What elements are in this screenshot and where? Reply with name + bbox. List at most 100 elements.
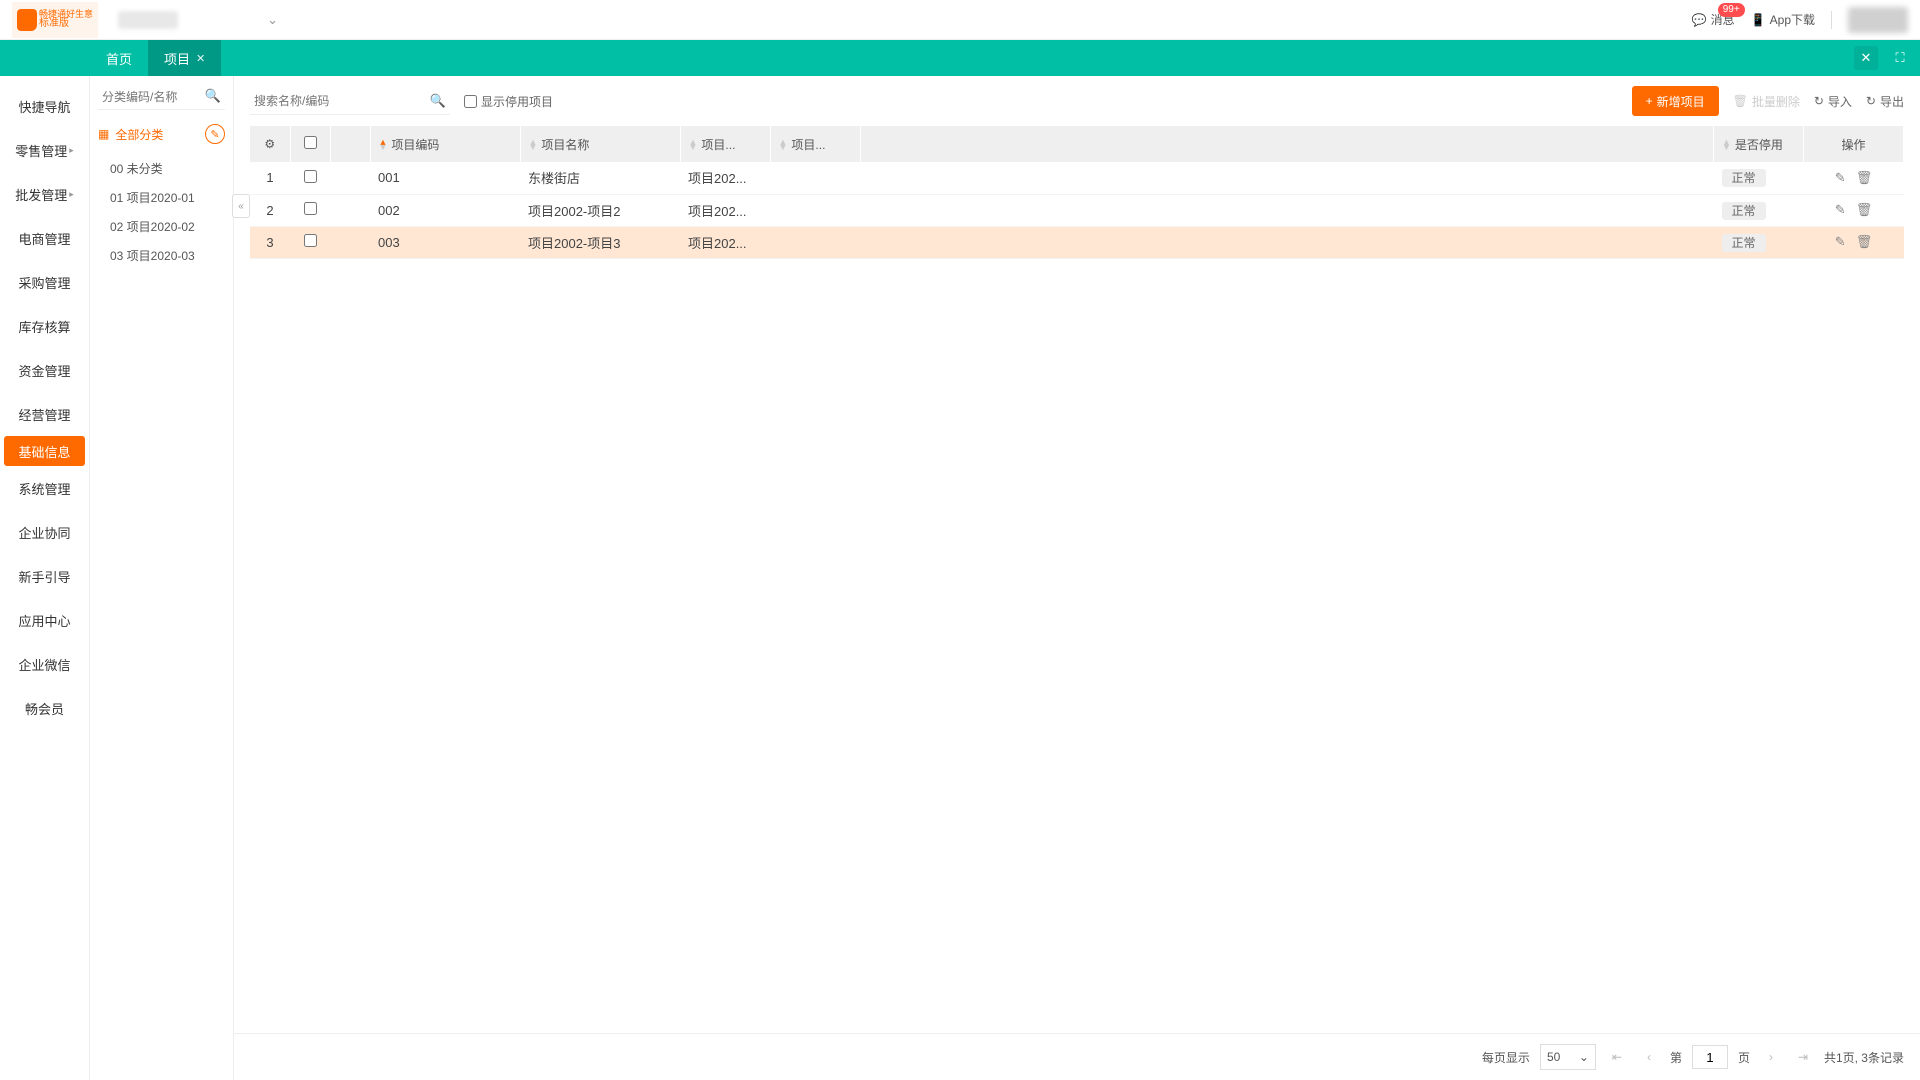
category-all[interactable]: ▦ 全部分类 ✎ (90, 118, 233, 150)
user-avatar-redacted[interactable] (1848, 7, 1908, 33)
sidebar-item-label: 新手引导 (18, 567, 70, 586)
col-code[interactable]: ▲▼项目编码 (370, 126, 520, 162)
brand-logo[interactable]: 畅捷通好生意 标准版 (12, 2, 98, 38)
first-page-icon[interactable]: ⇤ (1606, 1046, 1628, 1068)
edit-icon[interactable]: ✎ (1835, 202, 1846, 218)
category-item[interactable]: 01 项目2020-01 (90, 183, 233, 212)
delete-icon[interactable]: 🗑 (1856, 170, 1873, 186)
sidebar-item-label: 零售管理 (15, 141, 67, 160)
cell-c3: 项目202... (680, 162, 770, 194)
per-page-label: 每页显示 (1482, 1049, 1530, 1066)
sidebar-item[interactable]: 基础信息 (4, 436, 85, 466)
export-button[interactable]: ↻ 导出 (1866, 93, 1904, 110)
import-label: 导入 (1828, 93, 1852, 110)
page-input[interactable] (1692, 1045, 1728, 1069)
col-name[interactable]: ▲▼项目名称 (520, 126, 680, 162)
settings-column[interactable]: ⚙ (250, 126, 290, 162)
prev-page-icon[interactable]: ‹ (1638, 1046, 1660, 1068)
next-page-icon[interactable]: › (1760, 1046, 1782, 1068)
fullscreen-icon[interactable]: ⛶ (1888, 46, 1912, 70)
category-item[interactable]: 00 未分类 (90, 154, 233, 183)
tab[interactable]: 项目✕ (148, 40, 221, 76)
category-all-label: 全部分类 (115, 126, 163, 143)
row-checkbox[interactable] (304, 170, 317, 183)
table-row[interactable]: 2002项目2002-项目2项目202...正常✎🗑 (250, 194, 1904, 226)
messages-button[interactable]: 💬 消息 99+ (1692, 11, 1735, 28)
show-disabled-checkbox[interactable]: 显示停用项目 (464, 93, 553, 110)
table-header-row: ⚙ ▲▼项目编码 ▲▼项目名称 ▲▼项目... ▲▼项目... ▲▼是否停用 操… (250, 126, 1904, 162)
main-area: 🔍 ▦ 全部分类 ✎ 00 未分类01 项目2020-0102 项目2020-0… (90, 76, 1920, 1080)
search-icon[interactable]: 🔍 (430, 93, 446, 109)
table-row[interactable]: 1001东楼街店项目202...正常✎🗑 (250, 162, 1904, 194)
category-item[interactable]: 03 项目2020-03 (90, 241, 233, 270)
tab[interactable]: 首页 (90, 40, 148, 76)
trash-icon: 🗑 (1733, 94, 1748, 108)
sidebar-item[interactable]: 库存核算 (0, 304, 89, 348)
sidebar-item[interactable]: 企业微信 (0, 642, 89, 686)
edit-icon[interactable]: ✎ (1835, 170, 1846, 186)
cell-status: 正常 (1714, 226, 1804, 258)
col-c4[interactable]: ▲▼项目... (770, 126, 860, 162)
cell-c3: 项目202... (680, 194, 770, 226)
sidebar-item[interactable]: 资金管理 (0, 348, 89, 392)
select-all-checkbox[interactable] (304, 136, 317, 149)
import-button[interactable]: ↻ 导入 (1814, 93, 1852, 110)
status-badge: 正常 (1722, 169, 1766, 187)
row-checkbox[interactable] (304, 202, 317, 215)
sidebar-item[interactable]: 应用中心 (0, 598, 89, 642)
cell-blank (860, 226, 1714, 258)
add-label: 新增项目 (1657, 93, 1705, 110)
sort-icon: ▲▼ (779, 140, 788, 150)
sidebar-item[interactable]: 采购管理 (0, 260, 89, 304)
show-disabled-input[interactable] (464, 95, 477, 108)
close-icon[interactable]: ✕ (196, 52, 205, 65)
last-page-icon[interactable]: ⇥ (1792, 1046, 1814, 1068)
category-edit-icon[interactable]: ✎ (205, 124, 225, 144)
chevron-down-icon: ⌄ (1579, 1050, 1589, 1064)
col-c3[interactable]: ▲▼项目... (680, 126, 770, 162)
col-disabled[interactable]: ▲▼是否停用 (1714, 126, 1804, 162)
sidebar-item-label: 畅会员 (25, 699, 64, 718)
sidebar-item[interactable]: 批发管理▸ (0, 172, 89, 216)
page-suffix: 页 (1738, 1049, 1750, 1066)
pagination-summary: 共1页, 3条记录 (1824, 1049, 1904, 1066)
pagination: 每页显示 50 ⌄ ⇤ ‹ 第 页 › ⇥ 共1页, 3条记录 (234, 1033, 1920, 1080)
search-input[interactable] (250, 87, 450, 115)
cell-c4 (770, 226, 860, 258)
checkbox-column[interactable] (290, 126, 330, 162)
delete-icon[interactable]: 🗑 (1856, 234, 1873, 250)
cell-name: 项目2002-项目3 (520, 226, 680, 258)
sidebar-item-label: 系统管理 (18, 479, 70, 498)
row-checkbox-cell (290, 162, 330, 194)
per-page-select[interactable]: 50 ⌄ (1540, 1044, 1596, 1070)
row-checkbox[interactable] (304, 234, 317, 247)
projects-table: ⚙ ▲▼项目编码 ▲▼项目名称 ▲▼项目... ▲▼项目... ▲▼是否停用 操… (250, 126, 1904, 259)
header-left: 畅捷通好生意 标准版 ⌄ (12, 2, 288, 38)
collapse-panel-icon[interactable]: « (232, 194, 250, 218)
sidebar-item[interactable]: 畅会员 (0, 686, 89, 730)
delete-icon[interactable]: 🗑 (1856, 202, 1873, 218)
batch-delete-button: 🗑 批量删除 (1733, 93, 1800, 110)
sidebar-item[interactable]: 经营管理 (0, 392, 89, 436)
page-prefix: 第 (1670, 1049, 1682, 1066)
sidebar-item[interactable]: 零售管理▸ (0, 128, 89, 172)
sort-icon: ▲▼ (1722, 140, 1731, 150)
edit-icon[interactable]: ✎ (1835, 234, 1846, 250)
sidebar-item[interactable]: 电商管理 (0, 216, 89, 260)
per-page-value: 50 (1547, 1050, 1560, 1064)
sidebar-item[interactable]: 快捷导航 (0, 84, 89, 128)
cell-ops: ✎🗑 (1804, 194, 1904, 226)
add-project-button[interactable]: + 新增项目 (1632, 86, 1719, 116)
sidebar-item[interactable]: 系统管理 (0, 466, 89, 510)
table-row[interactable]: 3003项目2002-项目3项目202...正常✎🗑 (250, 226, 1904, 258)
sidebar-item[interactable]: 新手引导 (0, 554, 89, 598)
sidebar-item-label: 基础信息 (18, 442, 70, 461)
header-right: 💬 消息 99+ 📱 App下载 (1692, 7, 1908, 33)
close-tab-icon[interactable]: ✕ (1854, 46, 1878, 70)
org-selector[interactable]: ⌄ (108, 6, 288, 34)
category-item[interactable]: 02 项目2020-02 (90, 212, 233, 241)
search-icon[interactable]: 🔍 (205, 88, 221, 104)
sidebar-item[interactable]: 企业协同 (0, 510, 89, 554)
sidebar-item-label: 快捷导航 (18, 97, 70, 116)
app-download-button[interactable]: 📱 App下载 (1751, 11, 1815, 28)
